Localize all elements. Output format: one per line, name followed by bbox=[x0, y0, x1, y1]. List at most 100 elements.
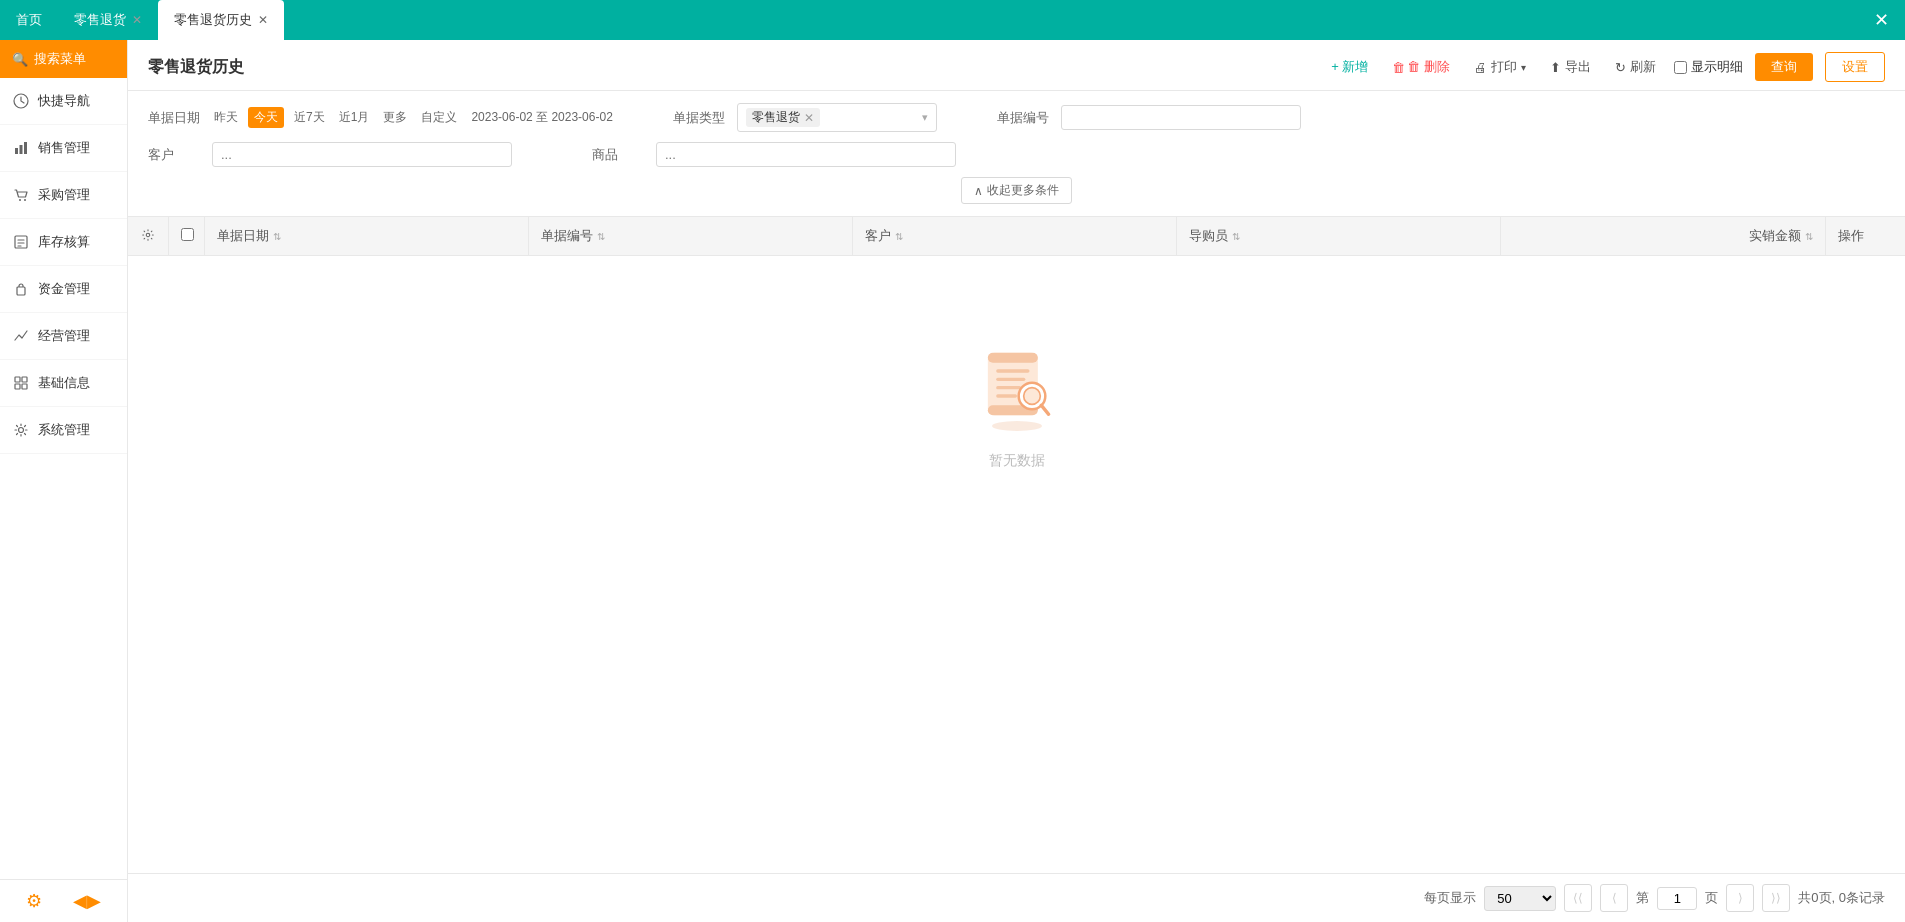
sort-amount-icon[interactable]: ⇅ bbox=[1805, 231, 1813, 242]
svg-point-23 bbox=[1023, 388, 1040, 405]
query-button[interactable]: 查询 bbox=[1755, 53, 1813, 81]
volume-icon[interactable]: ◀▶ bbox=[73, 890, 101, 912]
refresh-button[interactable]: ↻ 刷新 bbox=[1609, 54, 1662, 80]
doc-type-tag-close[interactable]: ✕ bbox=[804, 111, 814, 125]
page-title: 零售退货历史 bbox=[148, 57, 244, 78]
show-detail-checkbox[interactable] bbox=[1674, 61, 1687, 74]
sort-number-icon[interactable]: ⇅ bbox=[597, 231, 605, 242]
svg-rect-10 bbox=[15, 384, 20, 389]
quick-nav-icon bbox=[12, 92, 30, 110]
th-customer: 客户⇅ bbox=[852, 217, 1176, 256]
new-button[interactable]: + 新增 bbox=[1325, 54, 1374, 80]
sidebar-item-system[interactable]: 系统管理 bbox=[0, 407, 127, 454]
date-option-today[interactable]: 今天 bbox=[248, 107, 284, 128]
tab-retail-return-history[interactable]: 零售退货历史 ✕ bbox=[158, 0, 284, 40]
tab-retail-return-close[interactable]: ✕ bbox=[132, 13, 142, 27]
sidebar-search[interactable]: 🔍 搜索菜单 bbox=[0, 40, 127, 78]
svg-rect-2 bbox=[20, 145, 23, 154]
tab-retail-return[interactable]: 零售退货 ✕ bbox=[58, 0, 158, 40]
date-option-yesterday[interactable]: 昨天 bbox=[210, 107, 242, 128]
goods-filter-item: 商品 bbox=[592, 142, 956, 167]
svg-rect-20 bbox=[996, 386, 1021, 389]
print-button[interactable]: 🖨 打印 ▾ bbox=[1468, 54, 1532, 80]
sidebar-item-finance[interactable]: 资金管理 bbox=[0, 266, 127, 313]
svg-point-12 bbox=[19, 428, 24, 433]
th-actions: 操作 bbox=[1825, 217, 1905, 256]
sort-customer-icon[interactable]: ⇅ bbox=[895, 231, 903, 242]
sidebar-bottom: ⚙ ◀▶ bbox=[0, 879, 127, 922]
close-all-tabs[interactable]: ✕ bbox=[1874, 9, 1889, 31]
prev-page-btn[interactable]: ⟨ bbox=[1600, 884, 1628, 912]
sort-guide-icon[interactable]: ⇅ bbox=[1232, 231, 1240, 242]
sort-date-icon[interactable]: ⇅ bbox=[273, 231, 281, 242]
print-icon: 🖨 bbox=[1474, 60, 1487, 75]
th-gear[interactable] bbox=[128, 217, 168, 256]
doc-number-input[interactable] bbox=[1061, 105, 1301, 130]
table-area: 单据日期⇅ 单据编号⇅ 客户⇅ 导购员⇅ 实销金额⇅ bbox=[128, 217, 1905, 873]
sidebar-item-base-info[interactable]: 基础信息 bbox=[0, 360, 127, 407]
print-dropdown-icon: ▾ bbox=[1521, 62, 1526, 73]
th-number: 单据编号⇅ bbox=[528, 217, 852, 256]
svg-point-13 bbox=[146, 233, 150, 237]
svg-rect-8 bbox=[15, 377, 20, 382]
doc-type-dropdown-icon: ▾ bbox=[922, 111, 928, 124]
sidebar-item-inventory[interactable]: 库存核算 bbox=[0, 219, 127, 266]
doc-number-label: 单据编号 bbox=[997, 109, 1053, 127]
filter-row-1: 单据日期 昨天 今天 近7天 近1月 更多 自定义 2023-06-02 至 2… bbox=[148, 103, 1885, 132]
content-area: 零售退货历史 + 新增 🗑 🗑 删除 🖨 打印 ▾ ⬆ 导出 ↻ bbox=[128, 40, 1905, 922]
customer-input[interactable] bbox=[212, 142, 512, 167]
svg-rect-7 bbox=[17, 287, 25, 295]
setting-button[interactable]: 设置 bbox=[1825, 52, 1885, 82]
svg-rect-18 bbox=[996, 369, 1029, 372]
page-input[interactable] bbox=[1657, 887, 1697, 910]
tab-home[interactable]: 首页 bbox=[0, 0, 58, 40]
collapse-button[interactable]: ∧ 收起更多条件 bbox=[961, 177, 1072, 204]
doc-type-tag: 零售退货 ✕ bbox=[746, 108, 820, 127]
settings-bottom-icon[interactable]: ⚙ bbox=[26, 890, 42, 912]
per-page-select[interactable]: 10 20 50 100 bbox=[1484, 886, 1556, 911]
date-filter-item: 单据日期 昨天 今天 近7天 近1月 更多 自定义 2023-06-02 至 2… bbox=[148, 107, 613, 128]
date-option-1month[interactable]: 近1月 bbox=[335, 107, 374, 128]
svg-rect-3 bbox=[24, 142, 27, 154]
pagination-summary: 共0页, 0条记录 bbox=[1798, 889, 1885, 907]
svg-rect-11 bbox=[22, 384, 27, 389]
doc-number-filter-item: 单据编号 bbox=[997, 105, 1301, 130]
sidebar-item-operations[interactable]: 经营管理 bbox=[0, 313, 127, 360]
show-detail-label[interactable]: 显示明细 bbox=[1674, 58, 1743, 76]
svg-rect-16 bbox=[987, 353, 1037, 363]
page-label: 第 bbox=[1636, 889, 1649, 907]
date-options: 昨天 今天 近7天 近1月 更多 自定义 bbox=[210, 107, 461, 128]
select-all-checkbox[interactable] bbox=[181, 228, 194, 241]
date-option-more[interactable]: 更多 bbox=[379, 107, 411, 128]
last-page-btn[interactable]: ⟩⟩ bbox=[1762, 884, 1790, 912]
inventory-icon bbox=[12, 233, 30, 251]
tab-retail-return-history-close[interactable]: ✕ bbox=[258, 13, 268, 27]
table-header-row: 单据日期⇅ 单据编号⇅ 客户⇅ 导购员⇅ 实销金额⇅ bbox=[128, 217, 1905, 256]
svg-rect-9 bbox=[22, 377, 27, 382]
filter-bar: 单据日期 昨天 今天 近7天 近1月 更多 自定义 2023-06-02 至 2… bbox=[128, 91, 1905, 217]
svg-point-4 bbox=[19, 199, 21, 201]
sidebar-item-sales[interactable]: 销售管理 bbox=[0, 125, 127, 172]
svg-point-14 bbox=[992, 421, 1042, 431]
search-icon: 🔍 bbox=[12, 52, 28, 67]
th-guide: 导购员⇅ bbox=[1177, 217, 1501, 256]
next-page-btn[interactable]: ⟩ bbox=[1726, 884, 1754, 912]
sidebar-item-quick-nav[interactable]: 快捷导航 bbox=[0, 78, 127, 125]
sidebar-item-purchase[interactable]: 采购管理 bbox=[0, 172, 127, 219]
purchase-icon bbox=[12, 186, 30, 204]
first-page-btn[interactable]: ⟨⟨ bbox=[1564, 884, 1592, 912]
filter-row-2: 客户 商品 bbox=[148, 142, 1885, 167]
date-option-7days[interactable]: 近7天 bbox=[290, 107, 329, 128]
doc-type-select[interactable]: 零售退货 ✕ ▾ bbox=[737, 103, 937, 132]
top-tab-bar: 首页 零售退货 ✕ 零售退货历史 ✕ ✕ bbox=[0, 0, 1905, 40]
date-option-custom[interactable]: 自定义 bbox=[417, 107, 461, 128]
empty-text: 暂无数据 bbox=[989, 452, 1045, 470]
collapse-icon: ∧ bbox=[974, 184, 983, 198]
svg-rect-19 bbox=[996, 378, 1025, 381]
delete-button[interactable]: 🗑 🗑 删除 bbox=[1386, 54, 1456, 80]
customer-filter-item: 客户 bbox=[148, 142, 512, 167]
export-button[interactable]: ⬆ 导出 bbox=[1544, 54, 1597, 80]
th-check[interactable] bbox=[168, 217, 204, 256]
customer-label: 客户 bbox=[148, 146, 204, 164]
goods-input[interactable] bbox=[656, 142, 956, 167]
